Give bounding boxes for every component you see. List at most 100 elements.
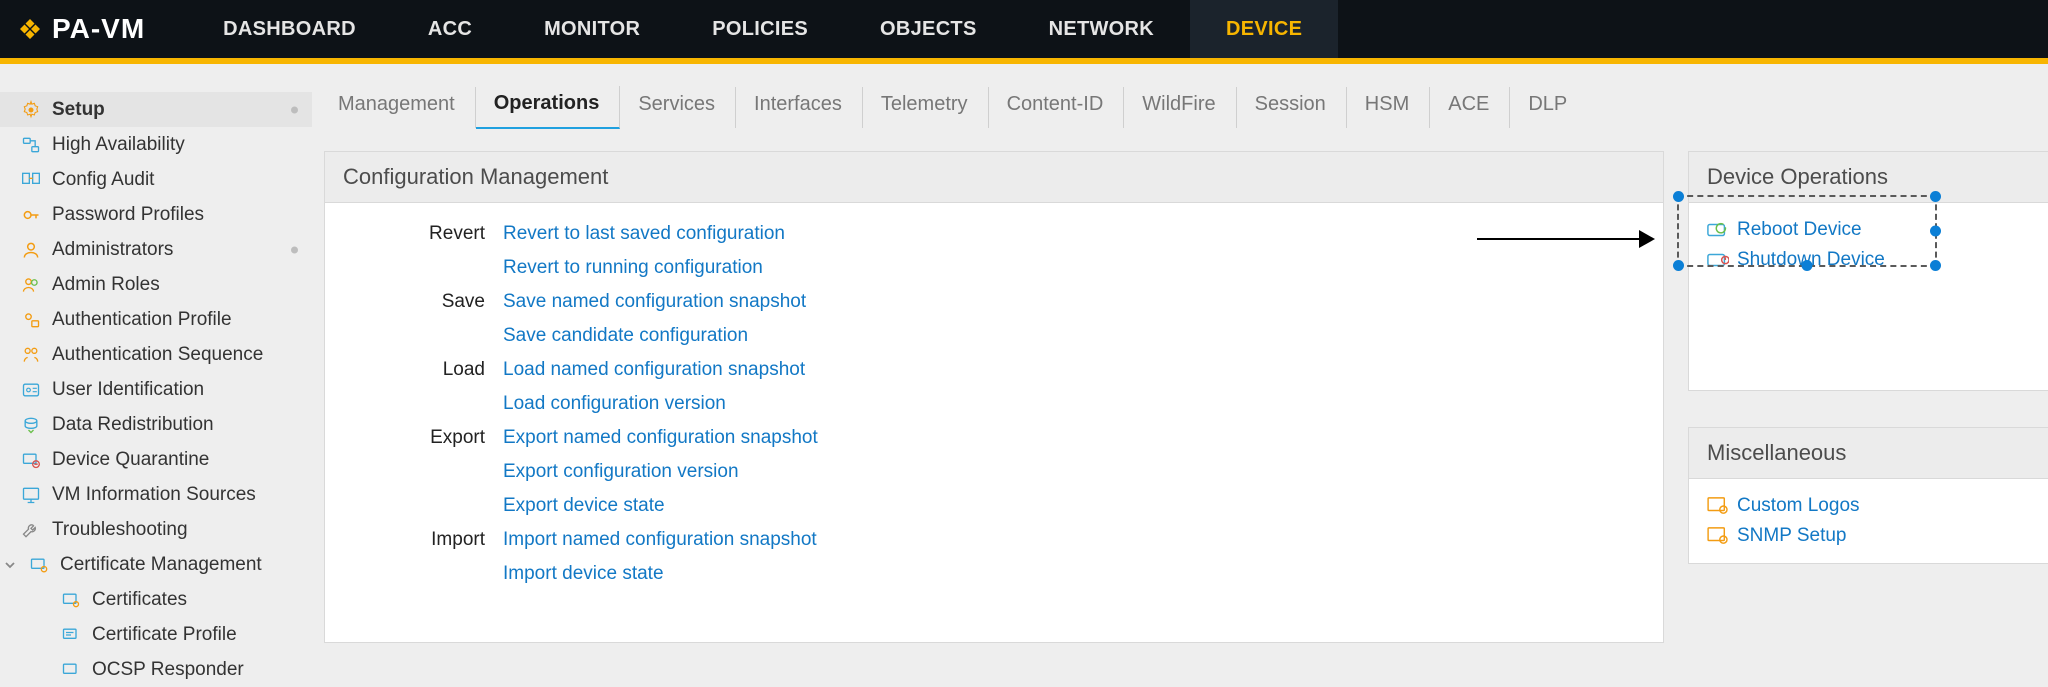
sidebar-item-authseq[interactable]: Authentication Sequence — [0, 337, 312, 372]
cm-row-label: Save — [343, 285, 503, 319]
sidebar-item-label: Password Profiles — [52, 204, 204, 226]
panel-body: RevertRevert to last saved configuration… — [325, 203, 1663, 603]
sidebar-item-label: Certificate Profile — [92, 624, 237, 646]
cm-row-label: Import — [343, 523, 503, 557]
link-text: Custom Logos — [1737, 495, 1860, 517]
link-snmp-setup[interactable]: SNMP Setup — [1707, 521, 2033, 551]
subtab-interfaces[interactable]: Interfaces — [736, 87, 863, 128]
users-icon — [20, 274, 42, 296]
sidebar-item-label: Device Quarantine — [52, 449, 209, 471]
sidebar-item-label: Authentication Profile — [52, 309, 232, 331]
panel-header: Miscellaneous — [1689, 428, 2048, 479]
sidebar-item-label: Config Audit — [52, 169, 154, 191]
sidebar-item-quarantine[interactable]: Device Quarantine — [0, 442, 312, 477]
sidebar-item-label: Setup — [52, 99, 105, 121]
logo-icon — [1707, 498, 1729, 514]
panel-config-mgmt: Configuration Management RevertRevert to… — [324, 151, 1664, 643]
subtab-session[interactable]: Session — [1237, 87, 1347, 128]
nav-network[interactable]: NETWORK — [1013, 0, 1190, 58]
brand: PA-VM — [0, 0, 187, 58]
sequence-icon — [20, 344, 42, 366]
link-export-version[interactable]: Export configuration version — [503, 461, 739, 482]
link-save-candidate[interactable]: Save candidate configuration — [503, 325, 748, 346]
audit-icon — [20, 169, 42, 191]
sidebar-item-authprofile[interactable]: Authentication Profile — [0, 302, 312, 337]
link-revert-running[interactable]: Revert to running configuration — [503, 257, 763, 278]
nav-monitor[interactable]: MONITOR — [508, 0, 676, 58]
nav-device[interactable]: DEVICE — [1190, 0, 1338, 58]
subtab-telemetry[interactable]: Telemetry — [863, 87, 989, 128]
sidebar-item-dataredist[interactable]: Data Redistribution — [0, 407, 312, 442]
panel-misc: Miscellaneous Custom Logos SNMP Setup — [1688, 427, 2048, 564]
sidebar-item-certmgmt[interactable]: Certificate Management — [0, 547, 312, 582]
link-import-state[interactable]: Import device state — [503, 563, 664, 584]
id-icon — [20, 379, 42, 401]
right-column: Device Operations Reboot Device Shutdown… — [1688, 151, 2048, 643]
sidebar-item-label: Certificate Management — [60, 554, 262, 576]
annotation-arrow — [1477, 238, 1653, 240]
subtab-ace[interactable]: ACE — [1430, 87, 1510, 128]
main-content: Management Operations Services Interface… — [312, 64, 2048, 683]
sidebar-item-label: Certificates — [92, 589, 187, 611]
link-load-version[interactable]: Load configuration version — [503, 393, 726, 414]
sidebar-item-label: Admin Roles — [52, 274, 160, 296]
sidebar-item-label: OCSP Responder — [92, 659, 244, 681]
sidebar-item-troubleshoot[interactable]: Troubleshooting — [0, 512, 312, 547]
auth-icon — [20, 309, 42, 331]
gear-icon — [20, 99, 42, 121]
sidebar-item-vminfo[interactable]: VM Information Sources — [0, 477, 312, 512]
cm-row-label: Revert — [343, 217, 503, 251]
brand-name: PA-VM — [52, 13, 145, 45]
sidebar-item-ha[interactable]: High Availability — [0, 127, 312, 162]
panel-header: Configuration Management — [325, 152, 1663, 203]
sidebar-item-certprofile[interactable]: Certificate Profile — [0, 617, 312, 652]
nav-objects[interactable]: OBJECTS — [844, 0, 1013, 58]
sidebar-item-label: VM Information Sources — [52, 484, 256, 506]
certprofile-icon — [60, 624, 82, 646]
link-load-named[interactable]: Load named configuration snapshot — [503, 359, 805, 380]
sidebar-item-ocsp[interactable]: OCSP Responder — [0, 652, 312, 687]
subtab-operations[interactable]: Operations — [476, 86, 621, 129]
sidebar: Setup High Availability Config Audit Pas… — [0, 64, 312, 683]
sidebar-item-configaudit[interactable]: Config Audit — [0, 162, 312, 197]
nav-acc[interactable]: ACC — [392, 0, 508, 58]
sidebar-item-adminroles[interactable]: Admin Roles — [0, 267, 312, 302]
main-layout: Setup High Availability Config Audit Pas… — [0, 64, 2048, 683]
subtab-contentid[interactable]: Content-ID — [989, 87, 1125, 128]
sidebar-item-label: Administrators — [52, 239, 173, 261]
sidebar-item-setup[interactable]: Setup — [0, 92, 312, 127]
snmp-icon — [1707, 528, 1729, 544]
panel-body: Reboot Device Shutdown Device — [1689, 203, 2048, 287]
sidebar-item-userid[interactable]: User Identification — [0, 372, 312, 407]
subtab-services[interactable]: Services — [620, 87, 736, 128]
ocsp-icon — [60, 659, 82, 681]
link-custom-logos[interactable]: Custom Logos — [1707, 491, 2033, 521]
sidebar-item-pwdprofiles[interactable]: Password Profiles — [0, 197, 312, 232]
subtab-dlp[interactable]: DLP — [1510, 87, 1587, 128]
vm-icon — [20, 484, 42, 506]
sidebar-item-certificates[interactable]: Certificates — [0, 582, 312, 617]
link-export-state[interactable]: Export device state — [503, 495, 665, 516]
selection-highlight — [1677, 195, 1937, 267]
wrench-icon — [20, 519, 42, 541]
link-text: SNMP Setup — [1737, 525, 1846, 547]
sidebar-item-label: High Availability — [52, 134, 185, 156]
link-revert-last-saved[interactable]: Revert to last saved configuration — [503, 223, 785, 244]
top-nav: PA-VM DASHBOARD ACC MONITOR POLICIES OBJ… — [0, 0, 2048, 64]
link-export-named[interactable]: Export named configuration snapshot — [503, 427, 818, 448]
content-area: Configuration Management RevertRevert to… — [324, 151, 2048, 643]
cm-row-label: Export — [343, 421, 503, 455]
nav-dashboard[interactable]: DASHBOARD — [187, 0, 392, 58]
panel-device-ops: Device Operations Reboot Device Shutdown… — [1688, 151, 2048, 391]
subtab-management[interactable]: Management — [332, 87, 476, 128]
link-save-named[interactable]: Save named configuration snapshot — [503, 291, 806, 312]
nav-policies[interactable]: POLICIES — [676, 0, 844, 58]
nav-tabs: DASHBOARD ACC MONITOR POLICIES OBJECTS N… — [187, 0, 1338, 58]
sidebar-item-administrators[interactable]: Administrators — [0, 232, 312, 267]
user-icon — [20, 239, 42, 261]
link-import-named[interactable]: Import named configuration snapshot — [503, 529, 817, 550]
ha-icon — [20, 134, 42, 156]
panel-body: Custom Logos SNMP Setup — [1689, 479, 2048, 563]
subtab-hsm[interactable]: HSM — [1347, 87, 1430, 128]
subtab-wildfire[interactable]: WildFire — [1124, 87, 1236, 128]
